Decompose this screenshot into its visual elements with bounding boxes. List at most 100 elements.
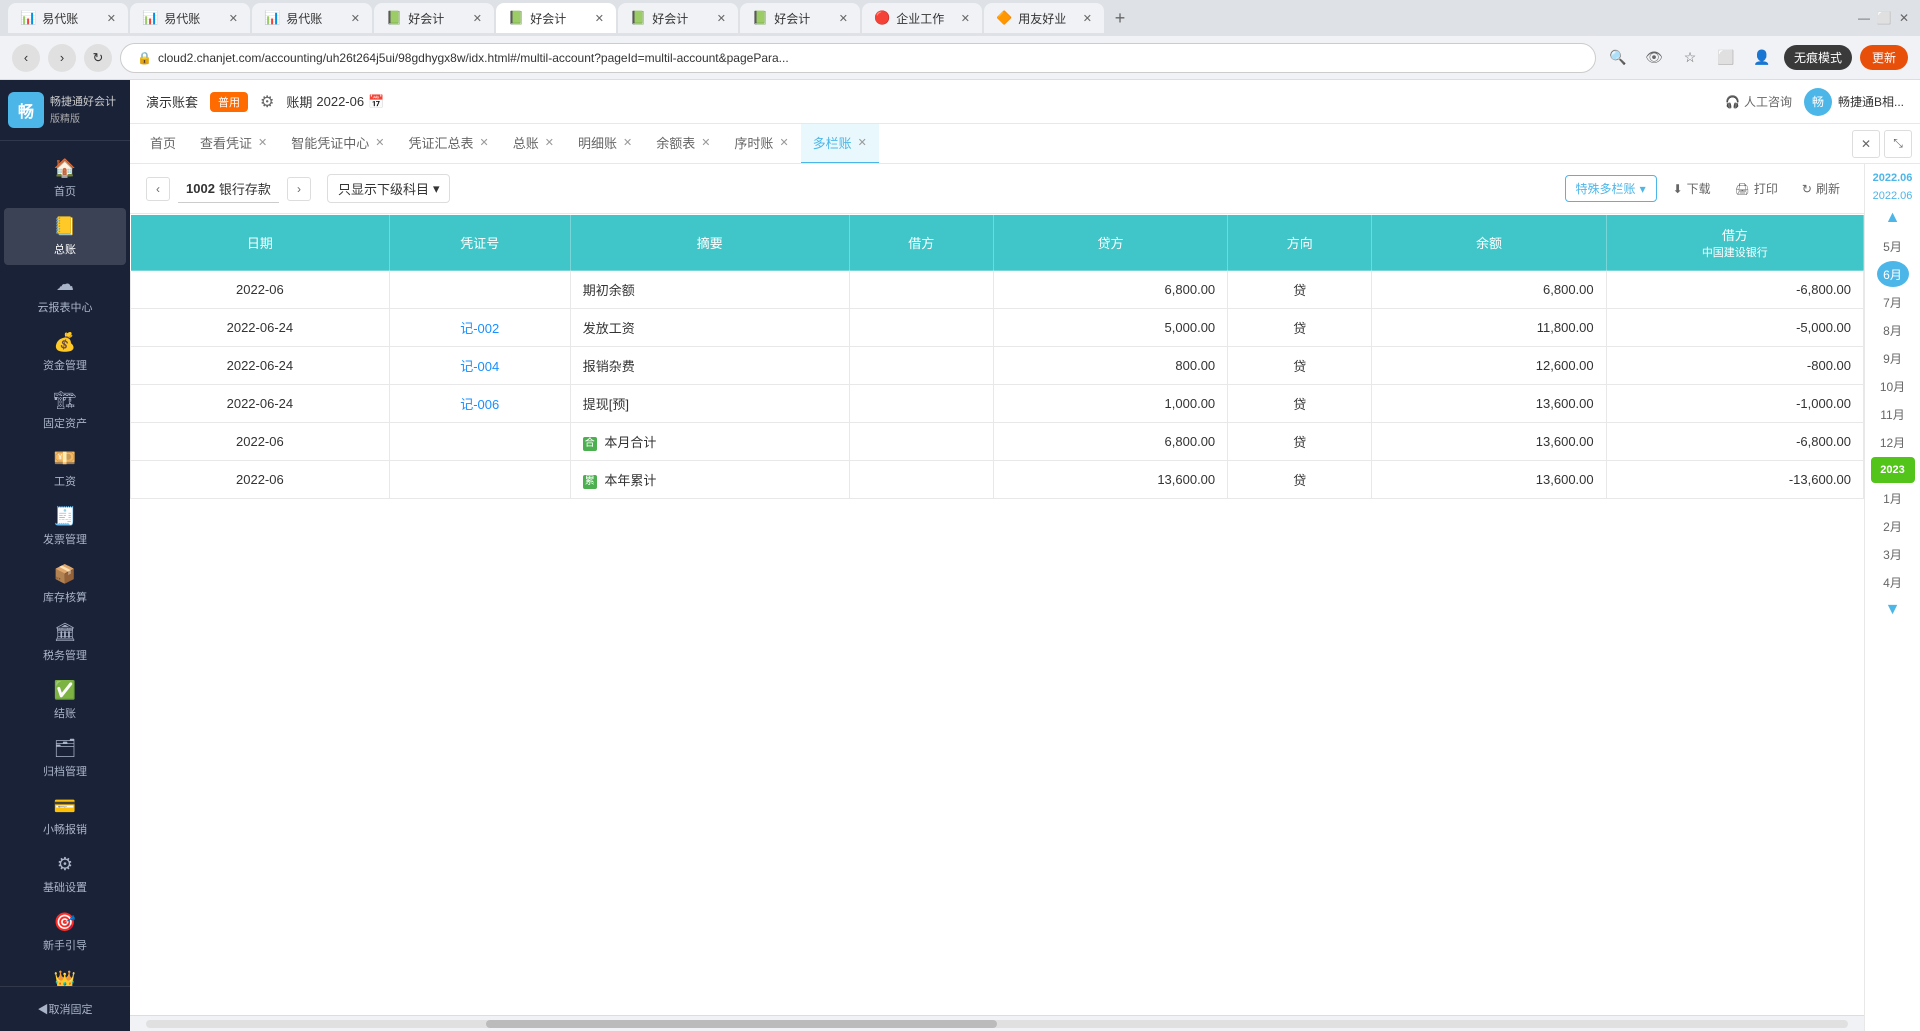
prev-account-button[interactable]: ‹ (146, 177, 170, 201)
tab-close-voucher[interactable]: ✕ (258, 136, 267, 149)
month-item-10[interactable]: 10月 (1871, 373, 1915, 399)
tab-close-multi[interactable]: ✕ (858, 136, 867, 149)
tab-close-smart[interactable]: ✕ (375, 136, 384, 149)
tab-close-8[interactable]: ✕ (961, 12, 970, 25)
period-selector[interactable]: 账期 2022-06 📅 (286, 92, 384, 111)
update-button[interactable]: 更新 (1860, 45, 1908, 70)
sidebar-item-archive[interactable]: 🗂 归档管理 (4, 730, 126, 787)
tab-multi-column[interactable]: 多栏账 ✕ (801, 124, 879, 164)
tab-close-9[interactable]: ✕ (1083, 12, 1092, 25)
tab-close-3[interactable]: ✕ (351, 12, 360, 25)
extension-icon[interactable]: ⬜ (1712, 44, 1740, 72)
pin-sidebar-button[interactable]: ◀取消固定 (4, 995, 126, 1023)
month-item-7[interactable]: 7月 (1871, 289, 1915, 315)
scrollbar-track[interactable] (146, 1020, 1848, 1028)
sidebar-item-reports[interactable]: ☁ 云报表中心 (4, 266, 126, 323)
month-up-button[interactable]: ▲ (1879, 204, 1907, 232)
account-type-badge[interactable]: 普用 (210, 92, 248, 112)
tab-close-7[interactable]: ✕ (839, 12, 848, 25)
cell-voucher-2[interactable]: 记-002 (389, 309, 570, 347)
close-panel-button[interactable]: ✕ (1852, 130, 1880, 158)
subject-filter-button[interactable]: 只显示下级科目 ▾ (327, 174, 451, 203)
tab-close-summary[interactable]: ✕ (480, 136, 489, 149)
incognito-button[interactable]: 无痕模式 (1784, 45, 1852, 70)
month-item-8[interactable]: 8月 (1871, 317, 1915, 343)
minimize-button[interactable]: — (1856, 10, 1872, 26)
cell-voucher-3[interactable]: 记-004 (389, 347, 570, 385)
next-account-button[interactable]: › (287, 177, 311, 201)
browser-tab-5[interactable]: 📗 好会计 ✕ (496, 3, 616, 33)
account-selector[interactable]: 1002 银行存款 (178, 175, 279, 203)
month-item-5[interactable]: 5月 (1871, 233, 1915, 259)
reload-button[interactable]: ↻ (84, 44, 112, 72)
help-button[interactable]: 🎧 人工咨询 (1725, 93, 1792, 110)
bookmark-icon[interactable]: ☆ (1676, 44, 1704, 72)
sidebar-item-funds[interactable]: 💰 资金管理 (4, 324, 126, 381)
tab-close-general[interactable]: ✕ (545, 136, 554, 149)
tab-close-5[interactable]: ✕ (595, 12, 604, 25)
tab-smart-voucher[interactable]: 智能凭证中心 ✕ (279, 124, 396, 164)
sidebar-item-settings[interactable]: ⚙ 基础设置 (4, 846, 126, 903)
tab-close-6[interactable]: ✕ (717, 12, 726, 25)
refresh-button[interactable]: ↻ 刷新 (1794, 176, 1848, 201)
sidebar-item-assets[interactable]: 🏗 固定资产 (4, 382, 126, 439)
expand-panel-button[interactable]: ⤡ (1884, 130, 1912, 158)
browser-tab-3[interactable]: 📊 易代账 ✕ (252, 3, 372, 33)
month-item-2023-3[interactable]: 3月 (1871, 541, 1915, 567)
maximize-button[interactable]: ⬜ (1876, 10, 1892, 26)
close-button[interactable]: ✕ (1896, 10, 1912, 26)
scrollbar-thumb[interactable] (486, 1020, 997, 1028)
profile-icon[interactable]: 👤 (1748, 44, 1776, 72)
browser-tab-2[interactable]: 📊 易代账 ✕ (130, 3, 250, 33)
sidebar-item-guide[interactable]: 🎯 新手引导 (4, 904, 126, 961)
search-icon[interactable]: 🔍 (1604, 44, 1632, 72)
url-bar[interactable]: 🔒 cloud2.chanjet.com/accounting/uh26t264… (120, 43, 1596, 73)
sidebar-item-member[interactable]: 👑 畅会员 (4, 962, 126, 986)
tab-journal[interactable]: 序时账 ✕ (722, 124, 800, 164)
browser-tab-6[interactable]: 📗 好会计 ✕ (618, 3, 738, 33)
sidebar-item-invoice[interactable]: 🧾 发票管理 (4, 498, 126, 555)
new-tab-button[interactable]: + (1106, 4, 1134, 32)
print-button[interactable]: 🖨 打印 (1727, 176, 1786, 201)
browser-tab-8[interactable]: 🔴 企业工作 ✕ (862, 3, 982, 33)
month-item-11[interactable]: 11月 (1871, 401, 1915, 427)
sidebar-item-expense[interactable]: 💳 小畅报销 (4, 788, 126, 845)
tab-balance[interactable]: 余额表 ✕ (644, 124, 722, 164)
reading-mode-icon[interactable]: 👁 (1640, 44, 1668, 72)
tab-close-balance[interactable]: ✕ (701, 136, 710, 149)
sidebar-item-tax[interactable]: 🏛 税务管理 (4, 614, 126, 671)
month-item-9[interactable]: 9月 (1871, 345, 1915, 371)
month-item-2023-2[interactable]: 2月 (1871, 513, 1915, 539)
tab-general-ledger[interactable]: 总账 ✕ (501, 124, 566, 164)
sidebar-item-closing[interactable]: ✅ 结账 (4, 672, 126, 729)
sidebar-item-inventory[interactable]: 📦 库存核算 (4, 556, 126, 613)
settings-icon[interactable]: ⚙ (260, 92, 274, 112)
browser-tab-9[interactable]: 🔶 用友好业 ✕ (984, 3, 1104, 33)
month-item-12[interactable]: 12月 (1871, 429, 1915, 455)
special-multi-button[interactable]: 特殊多栏账 ▾ (1565, 175, 1657, 202)
browser-tab-7[interactable]: 📗 好会计 ✕ (740, 3, 860, 33)
month-down-button[interactable]: ▼ (1879, 596, 1907, 624)
tab-voucher-summary[interactable]: 凭证汇总表 ✕ (396, 124, 500, 164)
browser-tab-4[interactable]: 📗 好会计 ✕ (374, 3, 494, 33)
month-item-2023-4[interactable]: 4月 (1871, 569, 1915, 595)
browser-tab-1[interactable]: 📊 易代账 ✕ (8, 3, 128, 33)
sidebar-item-ledger[interactable]: 📒 总账 (4, 208, 126, 265)
tab-close-journal[interactable]: ✕ (779, 136, 788, 149)
month-item-2023-1[interactable]: 1月 (1871, 485, 1915, 511)
horizontal-scrollbar[interactable] (130, 1015, 1864, 1031)
sidebar-item-home[interactable]: 🏠 首页 (4, 150, 126, 207)
tab-home[interactable]: 首页 (138, 124, 188, 164)
forward-button[interactable]: › (48, 44, 76, 72)
cell-voucher-4[interactable]: 记-006 (389, 385, 570, 423)
sidebar-item-payroll[interactable]: 💴 工资 (4, 440, 126, 497)
tab-voucher-view[interactable]: 查看凭证 ✕ (188, 124, 279, 164)
tab-close-detail[interactable]: ✕ (623, 136, 632, 149)
month-item-6[interactable]: 6月 (1877, 261, 1909, 287)
tab-close-2[interactable]: ✕ (229, 12, 238, 25)
tab-detail-ledger[interactable]: 明细账 ✕ (566, 124, 644, 164)
tab-close-1[interactable]: ✕ (107, 12, 116, 25)
back-button[interactable]: ‹ (12, 44, 40, 72)
tab-close-4[interactable]: ✕ (473, 12, 482, 25)
download-button[interactable]: ⬇ 下载 (1665, 176, 1719, 201)
